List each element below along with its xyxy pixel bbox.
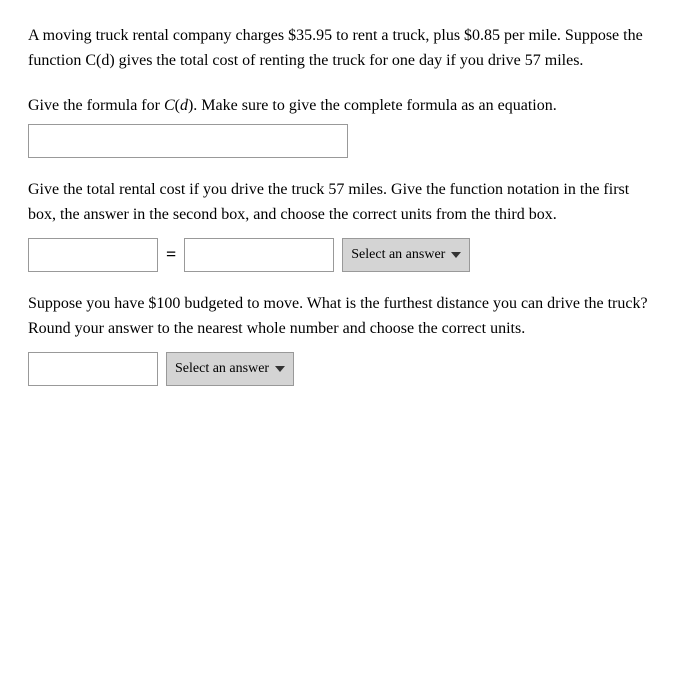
answer-input[interactable] [184, 238, 334, 272]
question-container: A moving truck rental company charges $3… [28, 24, 659, 386]
select-answer-label-1: Select an answer [351, 247, 445, 263]
part1-label-text: Give the formula for C(d). Make sure to … [28, 94, 557, 119]
formula-input[interactable] [28, 124, 348, 158]
part3-block: Suppose you have $100 budgeted to move. … [28, 292, 659, 386]
part2-inputs-row: = Select an answer [28, 238, 659, 272]
part3-label-text: Suppose you have $100 budgeted to move. … [28, 292, 659, 342]
equals-symbol: = [166, 241, 176, 269]
select-answer-button-2[interactable]: Select an answer [166, 352, 294, 386]
part2-block: Give the total rental cost if you drive … [28, 178, 659, 272]
part2-label-text: Give the total rental cost if you drive … [28, 178, 659, 228]
select-answer-button-1[interactable]: Select an answer [342, 238, 470, 272]
notation-input[interactable] [28, 238, 158, 272]
part3-inputs-row: Select an answer [28, 352, 659, 386]
distance-input[interactable] [28, 352, 158, 386]
chevron-down-icon-2 [275, 366, 285, 372]
intro-paragraph: A moving truck rental company charges $3… [28, 24, 659, 74]
select-answer-label-2: Select an answer [175, 361, 269, 377]
intro-text: A moving truck rental company charges $3… [28, 24, 659, 74]
part1-block: Give the formula for C(d). Make sure to … [28, 94, 659, 159]
chevron-down-icon-1 [451, 252, 461, 258]
